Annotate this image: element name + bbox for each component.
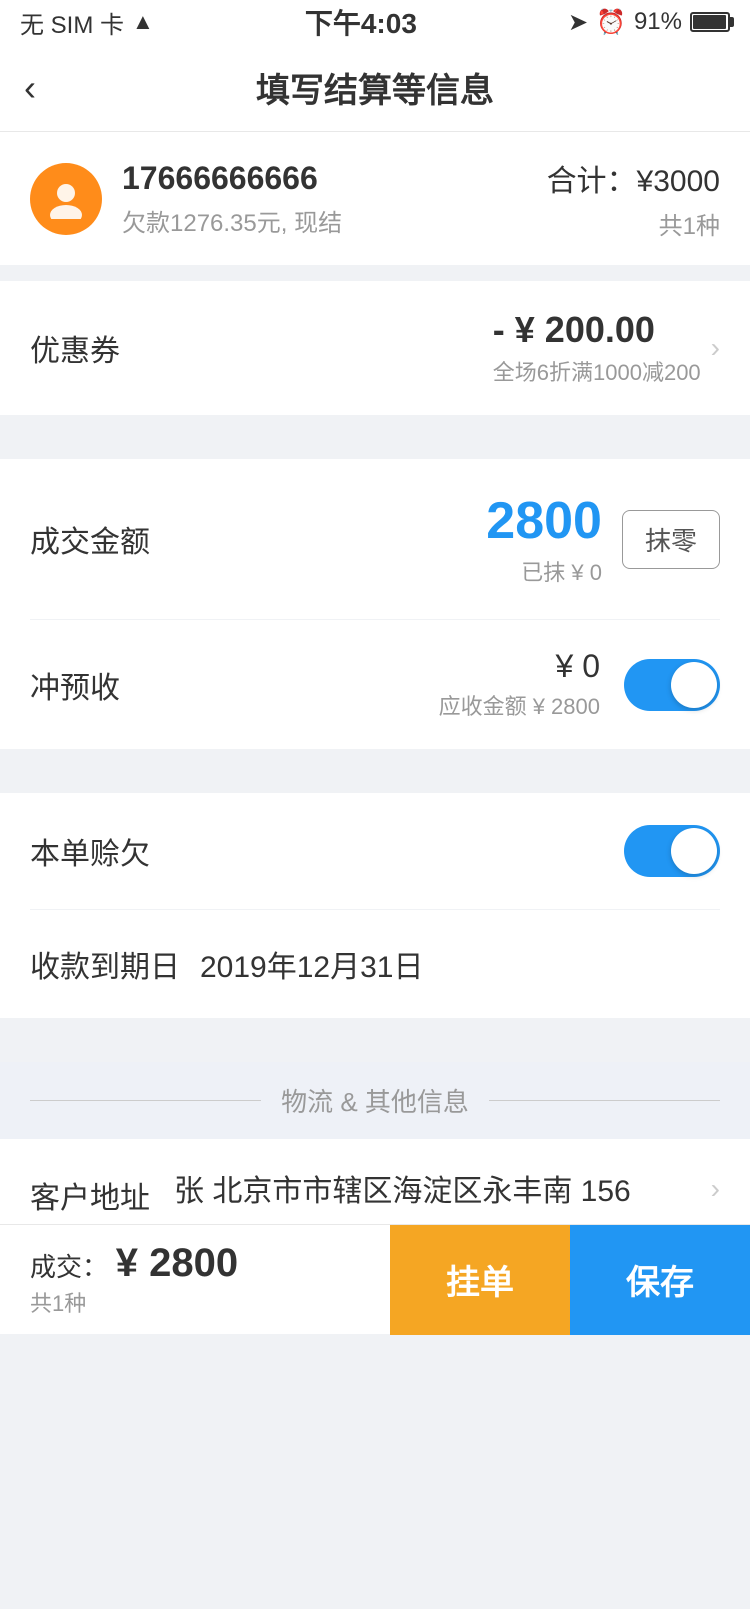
prereceive-right: ¥ 0 应收金额 ¥ 2800 [439, 648, 720, 721]
deal-section: 成交金额 2800 已抹 ¥ 0 抹零 冲预收 ¥ 0 应收金额 ¥ 2800 [0, 459, 750, 749]
customer-phone: 17666666666 [122, 160, 342, 197]
customer-info: 17666666666 欠款1276.35元, 现结 [122, 160, 342, 238]
alarm-icon: ⏰ [596, 8, 626, 37]
battery-icon [690, 12, 730, 32]
nav-bar: ‹ 填写结算等信息 [0, 44, 750, 132]
customer-left: 17666666666 欠款1276.35元, 现结 [30, 160, 342, 238]
debt-toggle-knob [671, 828, 717, 874]
avatar [30, 163, 102, 235]
deal-amount-value: 2800 [486, 491, 602, 551]
debt-label: 本单赊欠 [30, 829, 150, 873]
due-date-label: 收款到期日 [30, 942, 180, 986]
hang-order-button[interactable]: 挂单 [390, 1225, 570, 1335]
bottom-deal-label: 成交： [30, 1252, 108, 1282]
bottom-bar: 成交： ¥ 2800 共1种 挂单 保存 [0, 1224, 750, 1334]
battery-text: 91% [634, 8, 682, 36]
save-button[interactable]: 保存 [570, 1225, 750, 1335]
coupon-row[interactable]: 优惠券 - ¥ 200.00 全场6折满1000减200 › [0, 281, 750, 415]
bottom-summary: 成交： ¥ 2800 共1种 [0, 1241, 390, 1318]
customer-card: 17666666666 欠款1276.35元, 现结 合计：¥3000 共1种 [0, 132, 750, 265]
carrier-text: 无 SIM 卡 [20, 5, 124, 40]
coupon-right: - ¥ 200.00 全场6折满1000减200 › [493, 309, 720, 387]
bottom-deal-row: 成交： ¥ 2800 [30, 1241, 360, 1286]
section-separator-1 [0, 439, 750, 459]
prereceive-sub: 应收金额 ¥ 2800 [439, 689, 600, 721]
back-button[interactable]: ‹ [24, 67, 36, 109]
deal-amount-row: 成交金额 2800 已抹 ¥ 0 抹零 [30, 459, 720, 620]
due-date-value: 2019年12月31日 [200, 942, 423, 986]
logistics-line-left [30, 1100, 261, 1101]
deal-amount-sub: 已抹 ¥ 0 [486, 555, 602, 587]
coupon-desc: 全场6折满1000减200 [493, 355, 701, 387]
prereceive-row: 冲预收 ¥ 0 应收金额 ¥ 2800 [30, 620, 720, 749]
wifi-icon: ▲ [132, 9, 154, 35]
round-zero-button[interactable]: 抹零 [622, 510, 720, 569]
status-right: ➤ ⏰ 91% [568, 8, 730, 37]
due-date-row: 收款到期日 2019年12月31日 [30, 910, 720, 1018]
prereceive-toggle[interactable] [624, 659, 720, 711]
coupon-amount: - ¥ 200.00 [493, 309, 701, 351]
logistics-title: 物流 & 其他信息 [261, 1082, 489, 1119]
location-icon: ➤ [568, 8, 588, 37]
section2: 本单赊欠 收款到期日 2019年12月31日 [0, 793, 750, 1018]
logistics-separator [0, 1042, 750, 1062]
customer-right: 合计：¥3000 共1种 [547, 156, 720, 241]
logistics-line-right [489, 1100, 720, 1101]
toggle-knob [671, 662, 717, 708]
status-bar: 无 SIM 卡 ▲ 下午4:03 ➤ ⏰ 91% [0, 0, 750, 44]
customer-count: 共1种 [547, 206, 720, 241]
content-area: 17666666666 欠款1276.35元, 现结 合计：¥3000 共1种 … [0, 132, 750, 1609]
debt-row: 本单赊欠 [30, 793, 720, 910]
bottom-deal-count: 共1种 [30, 1286, 360, 1318]
status-left: 无 SIM 卡 ▲ [20, 5, 154, 40]
prereceive-amount: ¥ 0 [439, 648, 600, 685]
coupon-chevron-icon: › [711, 332, 720, 364]
debt-toggle[interactable] [624, 825, 720, 877]
customer-total: 合计：¥3000 [547, 156, 720, 200]
nav-title: 填写结算等信息 [256, 63, 494, 112]
address-chevron-icon: › [711, 1169, 720, 1205]
customer-debt: 欠款1276.35元, 现结 [122, 203, 342, 238]
address-label: 客户地址 [30, 1169, 150, 1217]
coupon-label: 优惠券 [30, 326, 120, 370]
deal-amount-label: 成交金额 [30, 517, 150, 561]
status-time: 下午4:03 [305, 2, 417, 42]
deal-amount-right: 2800 已抹 ¥ 0 抹零 [486, 491, 720, 587]
prereceive-label: 冲预收 [30, 663, 120, 707]
bottom-deal-amount: ¥ 2800 [116, 1241, 238, 1285]
section-separator-2 [0, 749, 750, 769]
prereceive-amount-block: ¥ 0 应收金额 ¥ 2800 [439, 648, 600, 721]
logistics-header: 物流 & 其他信息 [0, 1062, 750, 1139]
